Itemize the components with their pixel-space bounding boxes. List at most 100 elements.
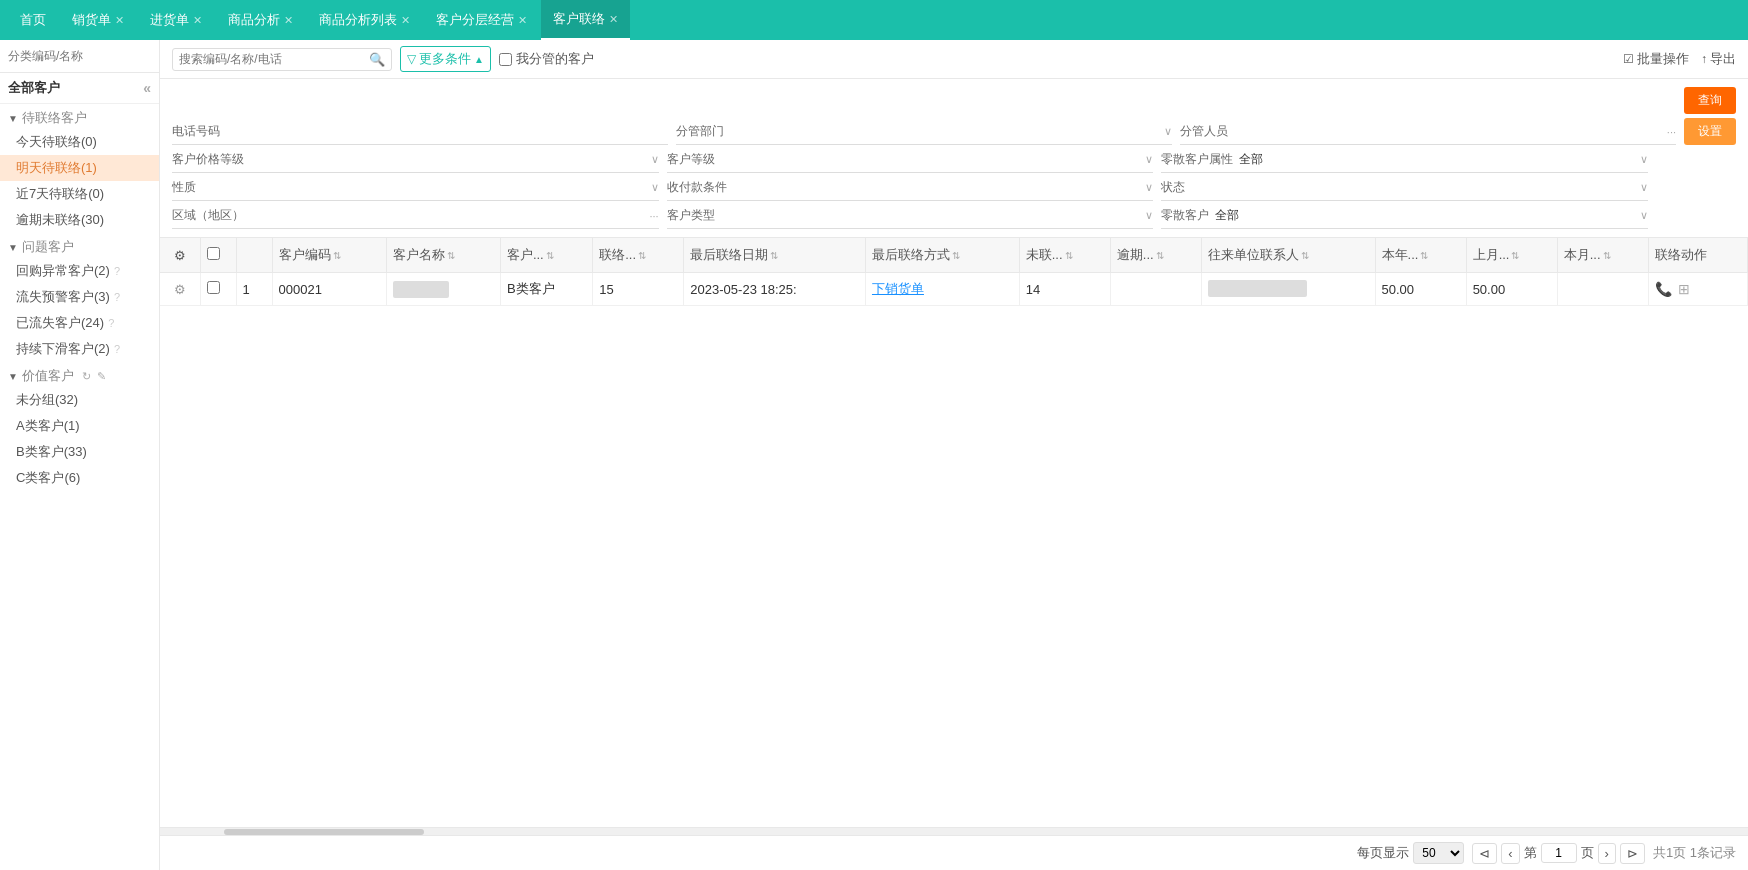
last-contact-method-link[interactable]: 下销货单 (872, 281, 924, 296)
sidebar-item-declining[interactable]: 持续下滑客户(2) ? (0, 336, 159, 362)
row-overdue (1110, 273, 1201, 306)
sidebar-item-unclassified[interactable]: 未分组(32) (0, 387, 159, 413)
first-page-button[interactable]: ⊲ (1472, 843, 1497, 864)
division-person-more-icon[interactable]: ··· (1667, 126, 1676, 138)
retail-attr-dropdown-icon[interactable]: ∨ (1640, 153, 1648, 166)
sidebar-item-overdue-contact[interactable]: 逾期未联络(30) (0, 207, 159, 233)
value-customers-edit-icon[interactable]: ✎ (97, 370, 106, 383)
last-date-sort-icon[interactable]: ⇅ (770, 250, 778, 261)
sidebar-group-problem-customers[interactable]: ▼ 问题客户 (0, 233, 159, 258)
search-input[interactable] (179, 52, 365, 66)
sidebar-item-class-a[interactable]: A类客户(1) (0, 413, 159, 439)
filter-customer-level-label: 客户等级 (667, 151, 715, 168)
table-container: ⚙ 客户编码⇅ 客户名称⇅ 客户...⇅ 联络...⇅ (160, 238, 1748, 827)
row-this-year: 50.00 (1375, 273, 1466, 306)
my-customers-checkbox-label[interactable]: 我分管的客户 (499, 50, 594, 68)
my-customers-checkbox[interactable] (499, 53, 512, 66)
nav-sales-order[interactable]: 销货单 ✕ (60, 0, 136, 40)
division-dept-dropdown-icon[interactable]: ∨ (1164, 125, 1172, 138)
declining-help-icon[interactable]: ? (114, 343, 120, 355)
page-number-input[interactable] (1541, 843, 1577, 863)
contact-sort-icon[interactable]: ⇅ (638, 250, 646, 261)
name-sort-icon[interactable]: ⇅ (447, 250, 455, 261)
nav-customer-contact-close[interactable]: ✕ (609, 13, 618, 26)
nav-purchase-order[interactable]: 进货单 ✕ (138, 0, 214, 40)
per-page-select[interactable]: 50 100 200 (1413, 842, 1464, 864)
sidebar-item-churn-warning[interactable]: 流失预警客户(3) ? (0, 284, 159, 310)
sidebar-item-class-b[interactable]: B类客户(33) (0, 439, 159, 465)
sidebar-item-today-contact[interactable]: 今天待联络(0) (0, 129, 159, 155)
select-all-checkbox[interactable] (207, 247, 220, 260)
contact-action-icon[interactable]: 📞 (1655, 281, 1672, 297)
filter-retail-customer-value: 全部 (1215, 207, 1239, 224)
col-unit-contact-header: 往来单位联系人⇅ (1201, 238, 1375, 273)
search-submit-icon[interactable]: 🔍 (369, 52, 385, 67)
next-page-button[interactable]: › (1598, 843, 1616, 864)
sidebar-search-input[interactable] (8, 49, 158, 63)
nav-product-analysis-list[interactable]: 商品分析列表 ✕ (307, 0, 422, 40)
sidebar-item-repurchase-anomaly[interactable]: 回购异常客户(2) ? (0, 258, 159, 284)
price-level-dropdown-icon[interactable]: ∨ (651, 153, 659, 166)
last-page-button[interactable]: ⊳ (1620, 843, 1645, 864)
nav-product-analysis[interactable]: 商品分析 ✕ (216, 0, 305, 40)
payment-dropdown-icon[interactable]: ∨ (1145, 181, 1153, 194)
nav-customer-segmentation[interactable]: 客户分层经营 ✕ (424, 0, 539, 40)
sidebar-item-7days-contact[interactable]: 近7天待联络(0) (0, 181, 159, 207)
prev-page-button[interactable]: ‹ (1501, 843, 1519, 864)
unit-contact-sort-icon[interactable]: ⇅ (1301, 250, 1309, 261)
gender-dropdown-icon[interactable]: ∨ (651, 181, 659, 194)
overdue-sort-icon[interactable]: ⇅ (1156, 250, 1164, 261)
nav-customer-segmentation-close[interactable]: ✕ (518, 14, 527, 27)
this-month-sort-icon[interactable]: ⇅ (1603, 250, 1611, 261)
code-sort-icon[interactable]: ⇅ (333, 250, 341, 261)
sidebar-all-customers[interactable]: 全部客户 « (0, 73, 159, 104)
batch-op-button[interactable]: ☑ 批量操作 (1623, 50, 1689, 68)
more-filter-button[interactable]: ▽ 更多条件 ▲ (400, 46, 491, 72)
row-checkbox[interactable] (207, 281, 220, 294)
retail-customer-dropdown-icon[interactable]: ∨ (1640, 209, 1648, 222)
customer-level-dropdown-icon[interactable]: ∨ (1145, 153, 1153, 166)
region-more-icon[interactable]: ··· (650, 210, 659, 222)
filter-gender-label: 性质 (172, 179, 196, 196)
sidebar-item-tomorrow-contact[interactable]: 明天待联络(1) (0, 155, 159, 181)
status-dropdown-icon[interactable]: ∨ (1640, 181, 1648, 194)
per-page-select-wrap: 每页显示 50 100 200 (1357, 842, 1464, 864)
value-customers-refresh-icon[interactable]: ↻ (82, 370, 91, 383)
category-sort-icon[interactable]: ⇅ (546, 250, 554, 261)
nav-purchase-close[interactable]: ✕ (193, 14, 202, 27)
page-label: 第 (1524, 844, 1537, 862)
chevron-up-icon: ▲ (474, 54, 484, 65)
more-action-icon[interactable]: ⊞ (1678, 281, 1690, 297)
sidebar-group-pending-contact[interactable]: ▼ 待联络客户 (0, 104, 159, 129)
last-month-sort-icon[interactable]: ⇅ (1511, 250, 1519, 261)
nav-product-analysis-close[interactable]: ✕ (284, 14, 293, 27)
filter-customer-type-label: 客户类型 (667, 207, 715, 224)
horizontal-scrollbar[interactable] (160, 827, 1748, 835)
filter-phone-input[interactable] (226, 125, 668, 139)
row-unit-contact: 联系人 (1201, 273, 1375, 306)
nav-customer-contact[interactable]: 客户联络 ✕ (541, 0, 630, 40)
nav-product-analysis-list-close[interactable]: ✕ (401, 14, 410, 27)
scrollbar-thumb[interactable] (224, 829, 424, 835)
nav-home[interactable]: 首页 (8, 0, 58, 40)
sidebar-item-churned[interactable]: 已流失客户(24) ? (0, 310, 159, 336)
sidebar-collapse-icon[interactable]: « (143, 80, 151, 96)
uncontacted-sort-icon[interactable]: ⇅ (1065, 250, 1073, 261)
churn-warning-help-icon[interactable]: ? (114, 291, 120, 303)
query-button[interactable]: 查询 (1684, 87, 1736, 114)
sidebar-group-value-customers[interactable]: ▼ 价值客户 ↻ ✎ (0, 362, 159, 387)
sidebar-item-class-c[interactable]: C类客户(6) (0, 465, 159, 491)
row-gear[interactable]: ⚙ (160, 273, 200, 306)
col-checkbox-header (200, 238, 236, 273)
this-year-sort-icon[interactable]: ⇅ (1420, 250, 1428, 261)
repurchase-anomaly-help-icon[interactable]: ? (114, 265, 120, 277)
checkbox-batch-icon: ☑ (1623, 52, 1634, 66)
customer-type-dropdown-icon[interactable]: ∨ (1145, 209, 1153, 222)
set-button[interactable]: 设置 (1684, 118, 1736, 145)
nav-sales-order-close[interactable]: ✕ (115, 14, 124, 27)
churned-help-icon[interactable]: ? (108, 317, 114, 329)
export-button[interactable]: ↑ 导出 (1701, 50, 1736, 68)
row-this-month (1557, 273, 1648, 306)
last-method-sort-icon[interactable]: ⇅ (952, 250, 960, 261)
col-gear[interactable]: ⚙ (160, 238, 200, 273)
